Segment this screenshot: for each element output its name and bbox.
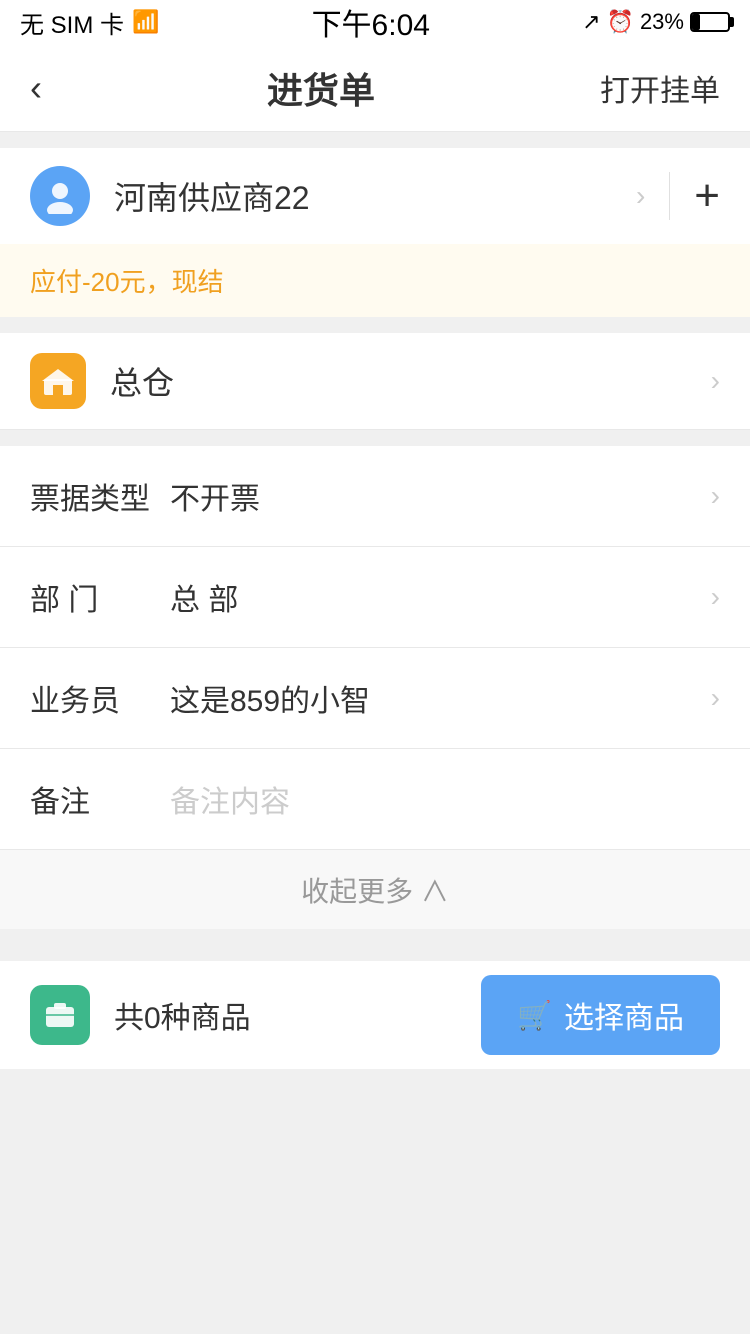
invoice-type-row[interactable]: 票据类型 不开票 › [0, 446, 750, 546]
invoice-type-label: 票据类型 [30, 474, 170, 518]
select-product-label: 选择商品 [564, 993, 684, 1037]
wifi-icon: 📶 [132, 9, 159, 35]
back-button[interactable]: ‹ [30, 67, 42, 109]
carrier-text: 无 SIM 卡 [20, 5, 124, 40]
select-product-icon: 🛒 [517, 999, 552, 1032]
divider-8 [0, 929, 750, 945]
department-arrow-icon: › [711, 581, 720, 613]
top-divider [0, 132, 750, 148]
status-left: 无 SIM 卡 📶 [20, 5, 159, 40]
salesperson-row[interactable]: 业务员 这是859的小智 › [0, 648, 750, 748]
department-row[interactable]: 部 门 总 部 › [0, 547, 750, 647]
battery-icon [690, 12, 730, 32]
supplier-arrow-icon: › [636, 180, 645, 212]
location-icon: ↗ [582, 9, 600, 35]
supplier-avatar [30, 166, 90, 226]
add-supplier-button[interactable]: + [694, 171, 720, 221]
product-svg-icon [42, 997, 78, 1033]
warehouse-name: 总仓 [110, 358, 711, 404]
page-title: 进货单 [267, 62, 375, 114]
divider-2 [0, 317, 750, 333]
remark-label: 备注 [30, 777, 170, 821]
remark-placeholder[interactable]: 备注内容 [170, 777, 720, 821]
supplier-divider [669, 172, 670, 220]
department-label: 部 门 [30, 575, 170, 619]
supplier-name: 河南供应商22 [114, 173, 636, 219]
status-bar: 无 SIM 卡 📶 下午6:04 ↗ ⏰ 23% [0, 0, 750, 44]
invoice-type-arrow-icon: › [711, 480, 720, 512]
product-count-label: 共0种商品 [114, 993, 481, 1037]
divider-4 [0, 430, 750, 446]
warehouse-arrow-icon: › [711, 365, 720, 397]
select-product-button[interactable]: 🛒 选择商品 [481, 975, 720, 1055]
alert-text: 应付-20元，现结 [30, 267, 224, 297]
salesperson-value: 这是859的小智 [170, 676, 711, 720]
salesperson-label: 业务员 [30, 676, 170, 720]
collapse-label: 收起更多 ∧ [301, 870, 449, 910]
supplier-section[interactable]: 河南供应商22 › + [0, 148, 750, 244]
nav-bar: ‹ 进货单 打开挂单 [0, 44, 750, 132]
department-value: 总 部 [170, 575, 711, 619]
warehouse-section[interactable]: 总仓 › [0, 333, 750, 429]
warehouse-svg-icon [40, 363, 76, 399]
status-time: 下午6:04 [312, 0, 430, 44]
product-icon [30, 985, 90, 1045]
open-pending-button[interactable]: 打开挂单 [600, 66, 720, 110]
bottom-section: 共0种商品 🛒 选择商品 [0, 961, 750, 1069]
status-right: ↗ ⏰ 23% [582, 9, 730, 35]
remark-row[interactable]: 备注 备注内容 [0, 749, 750, 849]
user-icon [42, 178, 78, 214]
invoice-type-value: 不开票 [170, 474, 711, 518]
alert-banner: 应付-20元，现结 [0, 244, 750, 317]
warehouse-icon [30, 353, 86, 409]
collapse-row[interactable]: 收起更多 ∧ [0, 849, 750, 929]
alarm-icon: ⏰ [607, 9, 634, 35]
battery-percent: 23% [640, 9, 684, 35]
salesperson-arrow-icon: › [711, 682, 720, 714]
